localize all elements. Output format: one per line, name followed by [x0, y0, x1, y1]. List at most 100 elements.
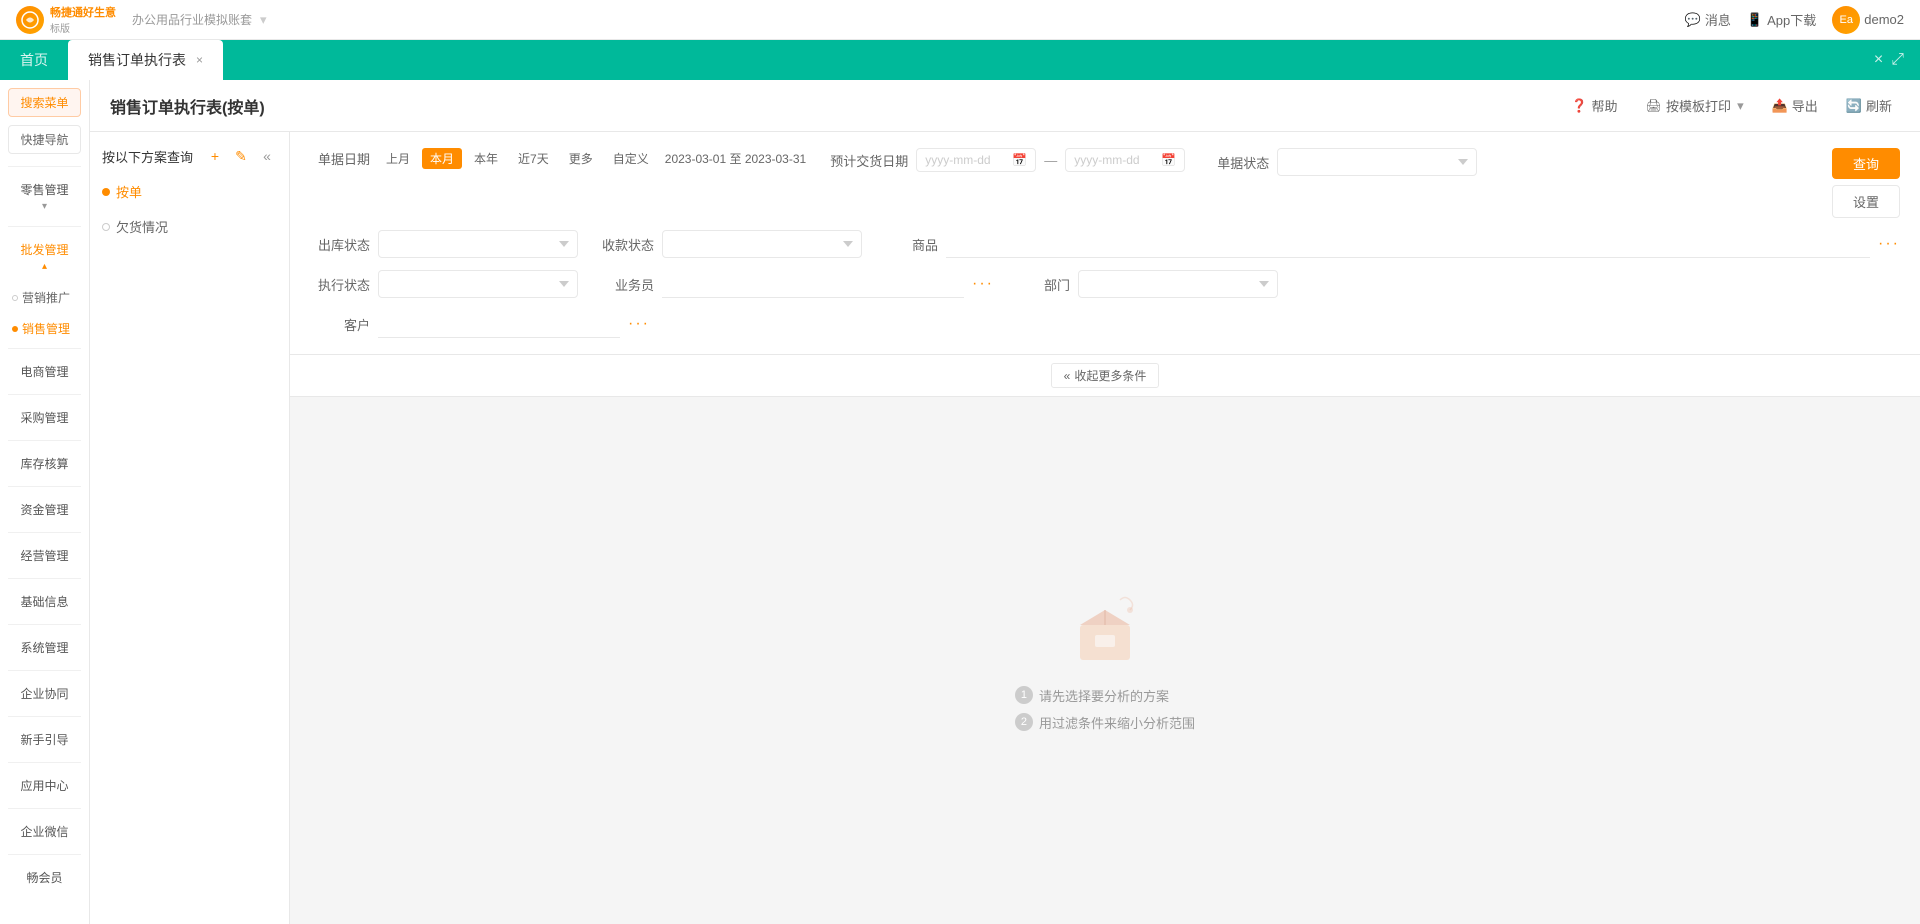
- sidebar-item-appstore[interactable]: 应用中心: [0, 767, 89, 804]
- filter-content-area: 单据日期 上月 本月 本年 近7天 更多 自定义 2023-03-01 至 20…: [290, 132, 1920, 924]
- sub-item-dot: [12, 295, 18, 301]
- refresh-button[interactable]: 🔄 刷新: [1838, 92, 1900, 119]
- middle-area: 按以下方案查询 + ✎ « 按单 欠货情况: [90, 132, 1920, 924]
- dept-select[interactable]: [1078, 270, 1278, 298]
- sidebar-item-enterprise[interactable]: 企业协同: [0, 675, 89, 712]
- sub-item-active-dot: [12, 326, 18, 332]
- tip-2-num: 2: [1015, 713, 1033, 731]
- out-status-select[interactable]: [378, 230, 578, 258]
- salesperson-dots-icon[interactable]: ···: [972, 275, 994, 293]
- receipt-status-select[interactable]: [662, 230, 862, 258]
- sidebar-divider-1: [8, 166, 81, 167]
- app-download-button[interactable]: 📱 App下载: [1747, 10, 1816, 29]
- print-dropdown-icon: ▾: [1737, 98, 1744, 114]
- scheme-item-label: 欠货情况: [116, 217, 168, 236]
- doc-status-label: 单据状态: [1209, 153, 1269, 172]
- sidebar-item-operation[interactable]: 经营管理: [0, 537, 89, 574]
- collapse-scheme-icon[interactable]: «: [257, 146, 277, 166]
- sidebar-divider-2: [8, 226, 81, 227]
- tab-active[interactable]: 销售订单执行表 ×: [68, 40, 223, 80]
- message-icon: 💬: [1685, 12, 1701, 28]
- export-button[interactable]: 📤 导出: [1764, 92, 1826, 119]
- customer-label: 客户: [310, 315, 370, 334]
- chevron-up-icon: ▴: [42, 261, 47, 272]
- collapse-button[interactable]: « 收起更多条件: [1051, 363, 1160, 388]
- salesperson-label: 业务员: [594, 275, 654, 294]
- search-menu-button[interactable]: 搜索菜单: [8, 88, 81, 117]
- sidebar-sub-item-marketing[interactable]: 营销推广: [0, 282, 89, 313]
- date-quick-btns: 上月 本月 本年 近7天 更多 自定义: [378, 148, 657, 169]
- tab-home[interactable]: 首页: [0, 40, 68, 80]
- customer-dots-icon[interactable]: ···: [628, 315, 650, 333]
- query-button[interactable]: 查询: [1832, 148, 1900, 179]
- sidebar-divider-6: [8, 486, 81, 487]
- app-title-dropdown-icon[interactable]: ▾: [260, 12, 267, 28]
- download-icon: 📱: [1747, 12, 1763, 28]
- help-icon: ❓: [1571, 98, 1587, 114]
- sidebar-item-finance[interactable]: 资金管理: [0, 491, 89, 528]
- logo-icon: [16, 6, 44, 34]
- date-btn-this-month[interactable]: 本月: [422, 148, 462, 169]
- sidebar-divider-5: [8, 440, 81, 441]
- exec-status-group: 执行状态: [310, 270, 578, 298]
- window-expand-button[interactable]: ⤢: [1891, 51, 1904, 69]
- tab-close-icon[interactable]: ×: [196, 53, 203, 67]
- dept-label: 部门: [1010, 275, 1070, 294]
- date-btn-last-month[interactable]: 上月: [378, 148, 418, 169]
- sidebar-item-member[interactable]: 畅会员: [0, 859, 89, 896]
- sidebar-item-wechat[interactable]: 企业微信: [0, 813, 89, 850]
- filter-panel: 单据日期 上月 本月 本年 近7天 更多 自定义 2023-03-01 至 20…: [290, 132, 1920, 355]
- sidebar-item-purchase[interactable]: 采购管理: [0, 399, 89, 436]
- forecast-date-to-input[interactable]: yyyy-mm-dd 📅: [1065, 148, 1185, 172]
- doc-status-group: 单据状态: [1209, 148, 1816, 176]
- date-btn-custom[interactable]: 自定义: [605, 148, 657, 169]
- calendar-to-icon: 📅: [1161, 153, 1176, 167]
- sidebar-item-label: 零售管理: [20, 181, 68, 198]
- sidebar-item-system[interactable]: 系统管理: [0, 629, 89, 666]
- sidebar-item-retail[interactable]: 零售管理 ▾: [0, 171, 89, 222]
- out-status-label: 出库状态: [310, 235, 370, 254]
- collapse-bar: « 收起更多条件: [290, 355, 1920, 397]
- settings-button[interactable]: 设置: [1832, 185, 1900, 218]
- sidebar-item-ecommerce[interactable]: 电商管理: [0, 353, 89, 390]
- edit-scheme-icon[interactable]: ✎: [231, 146, 251, 166]
- sidebar-item-label: 批发管理: [20, 241, 68, 258]
- user-profile[interactable]: Ea demo2: [1832, 6, 1904, 34]
- goods-dots-icon[interactable]: ···: [1878, 235, 1900, 253]
- empty-tips: 1 请先选择要分析的方案 2 用过滤条件来缩小分析范围: [1015, 686, 1195, 732]
- sidebar-divider-14: [8, 854, 81, 855]
- nav-controls: × ⤢: [1874, 51, 1920, 69]
- top-bar-left: 畅捷通好生意 标版 办公用品行业模拟账套 ▾: [16, 4, 267, 35]
- add-scheme-icon[interactable]: +: [205, 146, 225, 166]
- filter-row-4: 客户 ···: [310, 310, 1900, 338]
- sidebar-divider-3: [8, 348, 81, 349]
- nav-tabs: 首页 销售订单执行表 × × ⤢: [0, 40, 1920, 80]
- message-button[interactable]: 💬 消息: [1685, 10, 1731, 29]
- forecast-date-group: 预计交货日期 yyyy-mm-dd 📅 — yyyy-mm-dd 📅: [830, 148, 1185, 172]
- out-status-group: 出库状态: [310, 230, 578, 258]
- help-button[interactable]: ❓ 帮助: [1563, 92, 1625, 119]
- date-btn-this-year[interactable]: 本年: [466, 148, 506, 169]
- quick-nav-button[interactable]: 快捷导航: [8, 125, 81, 154]
- sidebar-item-label: 应用中心: [20, 777, 68, 794]
- scheme-item-by-order[interactable]: 按单: [90, 174, 289, 209]
- sidebar-divider-4: [8, 394, 81, 395]
- date-btn-more[interactable]: 更多: [561, 148, 601, 169]
- sidebar-quick-nav-area: 快捷导航: [0, 121, 89, 162]
- forecast-date-from-input[interactable]: yyyy-mm-dd 📅: [916, 148, 1036, 172]
- print-button[interactable]: 🖨 按模板打印 ▾: [1638, 92, 1752, 119]
- sidebar-item-inventory[interactable]: 库存核算: [0, 445, 89, 482]
- window-close-button[interactable]: ×: [1874, 51, 1883, 69]
- sidebar-sub-item-sales[interactable]: 销售管理: [0, 313, 89, 344]
- scheme-item-by-debt[interactable]: 欠货情况: [90, 209, 289, 244]
- empty-state-icon: [1065, 590, 1145, 670]
- content-area: 销售订单执行表(按单) ❓ 帮助 🖨 按模板打印 ▾ 📤 导出 🔄 刷新: [90, 80, 1920, 924]
- sidebar-item-guide[interactable]: 新手引导: [0, 721, 89, 758]
- sidebar-item-basic[interactable]: 基础信息: [0, 583, 89, 620]
- filter-row-1: 单据日期 上月 本月 本年 近7天 更多 自定义 2023-03-01 至 20…: [310, 148, 1900, 218]
- exec-status-select[interactable]: [378, 270, 578, 298]
- doc-status-select[interactable]: [1277, 148, 1477, 176]
- sidebar-item-wholesale[interactable]: 批发管理 ▴: [0, 231, 89, 282]
- sidebar-divider-9: [8, 624, 81, 625]
- date-btn-7days[interactable]: 近7天: [510, 148, 557, 169]
